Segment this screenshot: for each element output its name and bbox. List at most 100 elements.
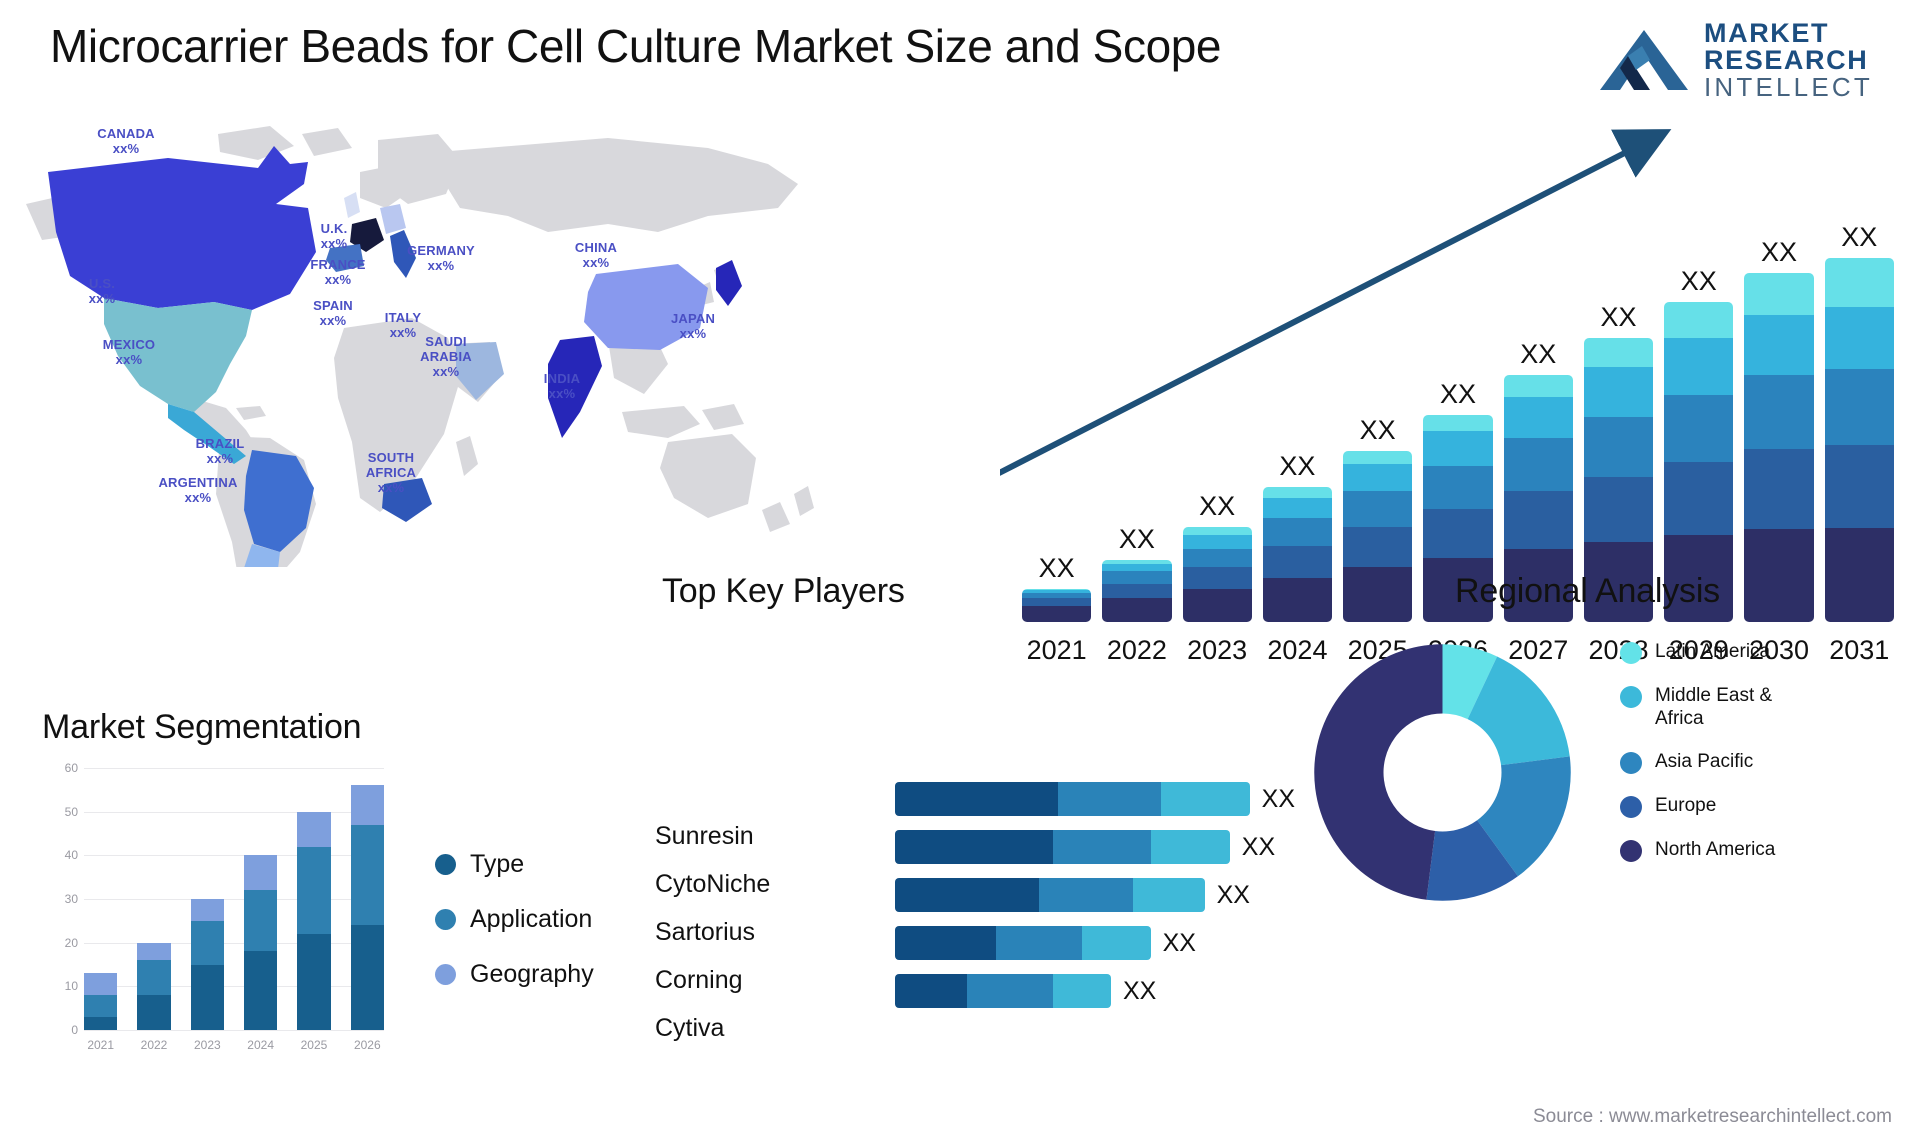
- logo-line-1: MARKET: [1704, 18, 1830, 48]
- forecast-year-label: 2021: [1026, 635, 1087, 665]
- forecast-bar-segment: [1503, 374, 1573, 397]
- legend-dot-icon: [1620, 840, 1642, 862]
- key-player-name: CytoNiche: [655, 870, 771, 898]
- segmentation-x-tick: 2026: [353, 1038, 381, 1052]
- segmentation-legend-label: Geography: [470, 960, 594, 988]
- segmentation-bar-segment: [84, 995, 118, 1017]
- forecast-bar: [1262, 487, 1333, 622]
- segmentation-bar-segment: [190, 964, 224, 1030]
- segmentation-bar: [297, 811, 331, 1030]
- forecast-value-label: XX: [1520, 338, 1557, 369]
- key-player-names: Sunresin CytoNiche Sartorius Corning Cytiva: [655, 820, 865, 1044]
- regional-legend-item: Middle East & Africa: [1620, 684, 1805, 730]
- segmentation-x-tick: 2021: [87, 1038, 115, 1052]
- map-label-us: U.S. xx%: [88, 276, 116, 306]
- key-player-row: XX: [895, 974, 1295, 1008]
- forecast-bar: [1824, 258, 1894, 622]
- segmentation-bar-segment: [84, 973, 118, 996]
- segmentation-legend-label: Type: [470, 850, 525, 878]
- key-player-bar: [895, 878, 1205, 912]
- key-player-row: XX: [895, 926, 1295, 960]
- forecast-column: XX: [1583, 222, 1654, 622]
- segmentation-bar-segment: [84, 1016, 118, 1030]
- market-research-intellect-logo: MARKET RESEARCH INTELLECT: [1598, 18, 1898, 102]
- segmentation-x-axis: 2021 2022 2023 2024 2025 2026: [84, 1038, 384, 1052]
- forecast-bar-segment: [1583, 416, 1654, 477]
- map-label-canada: CANADA xx%: [97, 126, 155, 156]
- market-segmentation-chart: 60 50 40 30 20 10 0 2021 2022 2023 2024 2025 2026 T…: [40, 760, 594, 1052]
- key-player-value-label: XX: [1216, 880, 1250, 909]
- map-label-italy: ITALY xx%: [384, 310, 422, 340]
- segmentation-x-tick: 2022: [140, 1038, 168, 1052]
- segmentation-bar-segment: [243, 951, 278, 1030]
- forecast-column: XX: [1102, 222, 1172, 622]
- regional-legend-item: Europe: [1620, 794, 1805, 818]
- section-title-top-key-players: Top Key Players: [662, 572, 905, 610]
- donut-slice: [1314, 644, 1443, 900]
- key-player-bar-segment: [1038, 878, 1133, 912]
- source-note: Source : www.marketresearchintellect.com: [1532, 1106, 1892, 1127]
- key-player-name: Sartorius: [655, 918, 756, 946]
- segmentation-legend-label: Application: [470, 905, 593, 933]
- key-player-value-label: XX: [1123, 976, 1157, 1005]
- logo-line-2: RESEARCH: [1704, 45, 1869, 75]
- forecast-bar-segment: [1824, 306, 1894, 369]
- map-label-germany: GERMANY xx%: [407, 243, 475, 273]
- forecast-value-label: XX: [1359, 415, 1396, 446]
- forecast-bar: [1343, 451, 1413, 622]
- section-title-market-segmentation: Market Segmentation: [42, 708, 362, 746]
- map-label-india: INDIA xx%: [543, 371, 581, 401]
- segmentation-bar-segment: [297, 811, 331, 847]
- segmentation-x-tick: 2024: [247, 1038, 274, 1052]
- regional-legend-label: Latin America: [1655, 641, 1771, 662]
- segmentation-bar: [137, 942, 171, 1030]
- forecast-bar-segment: [1824, 368, 1894, 446]
- key-player-value-label: XX: [1162, 928, 1196, 957]
- map-label-japan: JAPAN xx%: [670, 311, 716, 341]
- segmentation-gridline: [84, 1030, 384, 1031]
- segmentation-bar-segment: [350, 824, 384, 926]
- forecast-bar-segment: [1022, 605, 1092, 622]
- segmentation-bar-segment: [137, 942, 171, 961]
- map-label-brazil: BRAZIL xx%: [195, 436, 245, 466]
- forecast-bar-segment: [1262, 498, 1333, 519]
- forecast-year-label: 2031: [1829, 635, 1890, 665]
- forecast-bar-segment: [1583, 338, 1654, 368]
- forecast-bar-segment: [1744, 314, 1814, 375]
- segmentation-x-tick: 2025: [300, 1038, 328, 1052]
- segmentation-bar-segment: [243, 855, 278, 891]
- forecast-bar-segment: [1503, 396, 1573, 439]
- forecast-value-label: XX: [1199, 491, 1236, 522]
- legend-dot-icon: [435, 964, 456, 985]
- legend-dot-icon: [1620, 686, 1642, 708]
- segmentation-bars: [84, 768, 384, 1030]
- forecast-value-label: XX: [1439, 378, 1476, 409]
- key-player-bar-segment: [1082, 926, 1151, 960]
- forecast-chart: XX XX XX XX XX XX XX XX XX XX XX 2021 2022 2023 2024 2…: [1000, 120, 1905, 680]
- forecast-bar-segment: [1182, 549, 1252, 568]
- segmentation-legend-item: Application: [435, 905, 594, 934]
- map-country-germany: [380, 204, 406, 234]
- forecast-bar-segment: [1102, 583, 1172, 599]
- key-player-bar-segment: [1160, 782, 1250, 816]
- forecast-bar-segment: [1664, 394, 1734, 462]
- forecast-bar-segment: [1664, 338, 1734, 395]
- forecast-bar-segment: [1824, 258, 1894, 307]
- forecast-column: XX: [1182, 222, 1252, 622]
- donut-svg: [1314, 644, 1571, 901]
- key-player-bar-segment: [1053, 974, 1111, 1008]
- key-player-bar: [895, 926, 1151, 960]
- key-player-name: Cytiva: [655, 1014, 725, 1042]
- segmentation-bar-segment: [297, 846, 331, 934]
- forecast-bar-segment: [1343, 451, 1413, 464]
- forecast-column: XX: [1744, 222, 1814, 622]
- key-player-bar-segment: [995, 926, 1083, 960]
- page-title: Microcarrier Beads for Cell Culture Mark…: [50, 20, 1222, 72]
- map-label-france: FRANCE xx%: [310, 257, 366, 287]
- regional-legend: Latin America Middle East & Africa Asia Pa…: [1620, 640, 1805, 862]
- segmentation-bar: [243, 855, 278, 1030]
- forecast-year-label: 2023: [1187, 635, 1248, 665]
- forecast-bar-segment: [1102, 563, 1172, 572]
- forecast-bar-segment: [1664, 302, 1734, 339]
- map-label-mexico: MEXICO xx%: [102, 337, 156, 367]
